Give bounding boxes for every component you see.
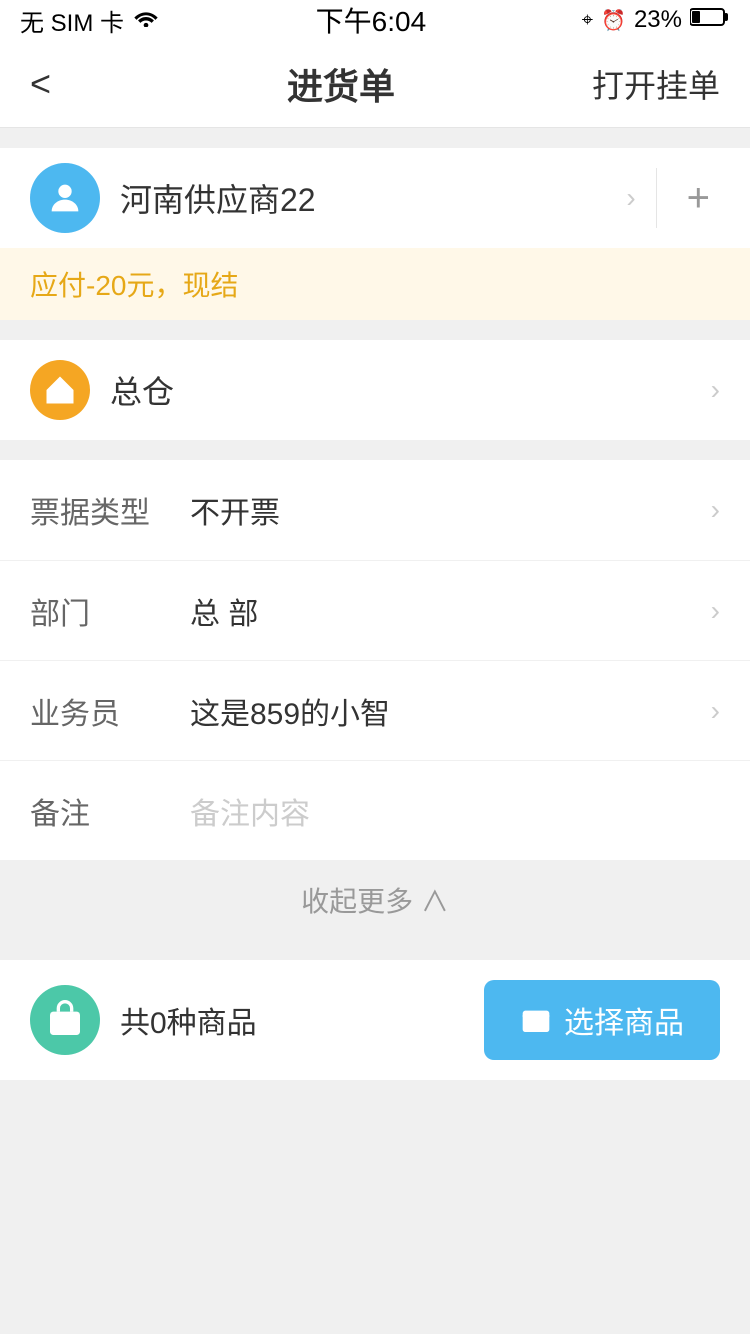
invoice-value: 不开票 bbox=[170, 488, 701, 532]
section-gap-4 bbox=[0, 940, 750, 960]
alarm-icon: ⏰ bbox=[601, 8, 626, 33]
warehouse-row[interactable]: 总仓 › bbox=[0, 340, 750, 440]
shopping-bag-icon bbox=[45, 1000, 85, 1040]
note-label: 备注 bbox=[30, 789, 170, 833]
carrier-text: 无 SIM 卡 bbox=[20, 3, 124, 38]
select-product-button[interactable]: 选择商品 bbox=[484, 980, 720, 1060]
invoice-chevron-icon: › bbox=[711, 494, 720, 526]
salesman-chevron-icon: › bbox=[711, 695, 720, 727]
form-card: 票据类型 不开票 › 部门 总 部 › 业务员 这是859的小智 › 备注 备注… bbox=[0, 460, 750, 860]
open-pending-button[interactable]: 打开挂单 bbox=[592, 61, 720, 107]
wifi-icon bbox=[132, 6, 160, 34]
supplier-name: 河南供应商22 bbox=[120, 175, 616, 221]
warehouse-chevron-icon: › bbox=[711, 374, 720, 406]
section-gap-2 bbox=[0, 320, 750, 340]
warehouse-name: 总仓 bbox=[110, 367, 701, 413]
house-icon bbox=[42, 372, 78, 408]
status-time: 下午6:04 bbox=[316, 0, 427, 40]
nav-bar: < 进货单 打开挂单 bbox=[0, 40, 750, 128]
product-count: 共0种商品 bbox=[120, 998, 484, 1042]
dept-value: 总 部 bbox=[170, 589, 701, 633]
add-supplier-button[interactable]: + bbox=[677, 166, 720, 231]
page-title: 进货单 bbox=[287, 58, 395, 110]
supplier-card: 河南供应商22 › + 应付-20元，现结 bbox=[0, 148, 750, 320]
section-gap-3 bbox=[0, 440, 750, 460]
invoice-label: 票据类型 bbox=[30, 488, 170, 532]
collapse-button[interactable]: 收起更多 ∧ bbox=[0, 860, 750, 940]
collapse-label: 收起更多 ∧ bbox=[301, 880, 449, 920]
select-product-label: 选择商品 bbox=[564, 998, 684, 1042]
note-row[interactable]: 备注 备注内容 bbox=[0, 760, 750, 860]
salesman-value: 这是859的小智 bbox=[170, 689, 701, 733]
main-content: 河南供应商22 › + 应付-20元，现结 总仓 › 票据类型 不开票 bbox=[0, 128, 750, 1334]
divider bbox=[656, 168, 657, 228]
supplier-avatar bbox=[30, 163, 100, 233]
alert-banner: 应付-20元，现结 bbox=[0, 248, 750, 320]
person-icon bbox=[45, 178, 85, 218]
salesman-label: 业务员 bbox=[30, 689, 170, 733]
status-right: ⌖ ⏰ 23% bbox=[582, 6, 730, 34]
section-gap-1 bbox=[0, 128, 750, 148]
back-button[interactable]: < bbox=[30, 63, 90, 105]
warehouse-card: 总仓 › bbox=[0, 340, 750, 440]
note-placeholder[interactable]: 备注内容 bbox=[170, 789, 720, 833]
dept-chevron-icon: › bbox=[711, 595, 720, 627]
location-icon: ⌖ bbox=[582, 9, 593, 32]
invoice-row[interactable]: 票据类型 不开票 › bbox=[0, 460, 750, 560]
status-bar: 无 SIM 卡 下午6:04 ⌖ ⏰ 23% bbox=[0, 0, 750, 40]
salesman-row[interactable]: 业务员 这是859的小智 › bbox=[0, 660, 750, 760]
battery-icon bbox=[690, 6, 730, 34]
bottom-bar: 共0种商品 选择商品 bbox=[0, 960, 750, 1080]
battery-text: 23% bbox=[634, 6, 682, 34]
supplier-row[interactable]: 河南供应商22 › + bbox=[0, 148, 750, 248]
status-left: 无 SIM 卡 bbox=[20, 3, 160, 38]
dept-label: 部门 bbox=[30, 589, 170, 633]
supplier-chevron-icon: › bbox=[626, 182, 635, 214]
warehouse-icon bbox=[30, 360, 90, 420]
product-icon bbox=[30, 985, 100, 1055]
add-product-icon bbox=[520, 1004, 552, 1036]
dept-row[interactable]: 部门 总 部 › bbox=[0, 560, 750, 660]
